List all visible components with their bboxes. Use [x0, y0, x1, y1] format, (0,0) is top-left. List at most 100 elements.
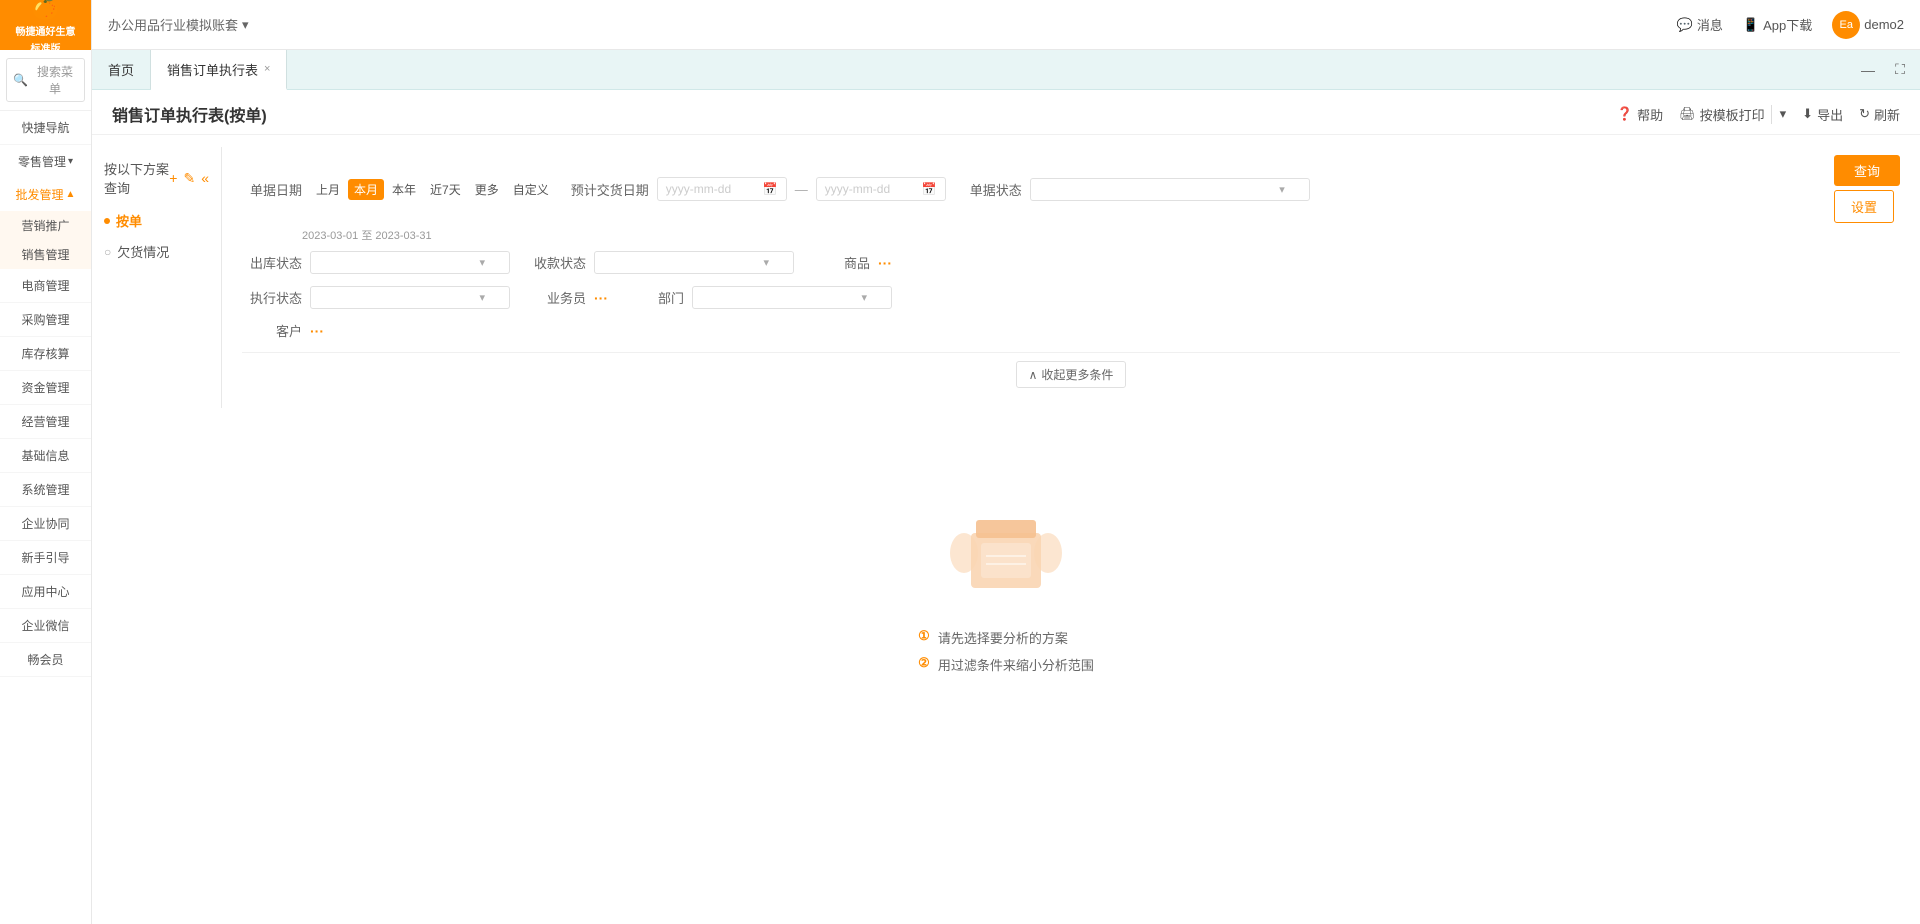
message-button[interactable]: 💬 消息: [1677, 15, 1723, 34]
collapse-row: ∧ 收起更多条件: [242, 352, 1900, 400]
payment-select[interactable]: ▾: [594, 251, 794, 274]
refresh-icon: ↻: [1859, 106, 1870, 122]
expected-date-from-input[interactable]: yyyy-mm-dd 📅: [657, 177, 787, 201]
collapse-more-button[interactable]: ∧ 收起更多条件: [1016, 361, 1127, 388]
status-label: 单据状态: [962, 180, 1022, 199]
sidebar-item-inventory[interactable]: 库存核算: [0, 337, 91, 371]
dept-label: 部门: [624, 288, 684, 307]
page-title: 销售订单执行表(按单): [112, 102, 267, 126]
sidebar-item-finance[interactable]: 资金管理: [0, 371, 91, 405]
sidebar-item-member[interactable]: 畅会员: [0, 643, 91, 677]
exec-select[interactable]: ▾: [310, 286, 510, 309]
print-dropdown-icon[interactable]: ▾: [1776, 106, 1787, 122]
dept-filter-group: 部门 ▾: [624, 286, 892, 309]
breadcrumb-dropdown-icon[interactable]: ▾: [242, 17, 249, 33]
calendar-from-icon: 📅: [763, 182, 778, 196]
print-button[interactable]: 🖨 按模板打印 ▾: [1679, 105, 1786, 124]
date-tab-more[interactable]: 更多: [469, 179, 505, 200]
quick-nav-label: 快捷导航: [21, 121, 69, 135]
sidebar-item-wholesale[interactable]: 批发管理 ▲: [0, 178, 91, 211]
status-dropdown-icon: ▾: [1279, 183, 1285, 196]
filter-main: 单据日期 上月 本月 本年 近7天 更多 自定义: [222, 147, 1920, 408]
wholesale-arrow-icon: ▲: [66, 189, 76, 200]
sidebar-sub-menu: 营销推广 销售管理: [0, 211, 91, 269]
sidebar-item-app-center[interactable]: 应用中心: [0, 575, 91, 609]
sidebar: 🍊 畅捷通好生意 标准版 🔍 搜索菜单 快捷导航 零售管理 ▾ 批发管理 ▲ 营…: [0, 0, 92, 924]
app-download-label: App下载: [1763, 15, 1812, 34]
app-download-icon: 📱: [1743, 17, 1759, 33]
topbar-actions: 💬 消息 📱 App下载 Ea demo2: [1677, 11, 1904, 39]
tab-sales-order-label: 销售订单执行表: [167, 60, 258, 79]
search-menu-button[interactable]: 🔍 搜索菜单: [6, 58, 85, 102]
sidebar-item-enterprise[interactable]: 企业协同: [0, 507, 91, 541]
sidebar-item-ecommerce[interactable]: 电商管理: [0, 269, 91, 303]
product-ellipsis-button[interactable]: ···: [878, 255, 892, 271]
main-area: 办公用品行业模拟账套 ▾ 💬 消息 📱 App下载 Ea demo2 首页: [92, 0, 1920, 924]
dept-dropdown-icon: ▾: [861, 291, 867, 304]
sidebar-item-purchase[interactable]: 采购管理: [0, 303, 91, 337]
date-tab-7days[interactable]: 近7天: [424, 179, 467, 200]
status-filter-group: 单据状态 ▾: [962, 178, 1310, 201]
filter-row-1: 单据日期 上月 本月 本年 近7天 更多 自定义: [242, 155, 1900, 223]
empty-hint-1: ① 请先选择要分析的方案: [918, 628, 1094, 647]
sidebar-item-system[interactable]: 系统管理: [0, 473, 91, 507]
help-button[interactable]: ❓ 帮助: [1617, 105, 1663, 124]
app-download-button[interactable]: 📱 App下载: [1743, 15, 1812, 34]
sidebar-item-operation[interactable]: 经营管理: [0, 405, 91, 439]
avatar: Ea: [1832, 11, 1860, 39]
filter-row-4: 客户 ···: [242, 321, 1900, 340]
date-tab-custom[interactable]: 自定义: [507, 179, 555, 200]
sidebar-item-retail[interactable]: 零售管理 ▾: [0, 145, 91, 178]
tab-sales-order[interactable]: 销售订单执行表 ×: [151, 50, 287, 90]
filter-sidebar-title: 按以下方案查询: [104, 159, 169, 197]
export-label: 导出: [1817, 105, 1843, 124]
tabbar-right-actions: — ⛶: [1856, 50, 1920, 89]
date-sub-range: 2023-03-01 至 2023-03-31: [302, 227, 1900, 243]
user-profile[interactable]: Ea demo2: [1832, 11, 1904, 39]
date-tab-this-month[interactable]: 本月: [348, 179, 384, 200]
message-label: 消息: [1697, 15, 1723, 34]
scheme-item-by-order[interactable]: 按单: [92, 205, 221, 236]
app-logo: 🍊 畅捷通好生意 标准版: [0, 0, 91, 50]
exec-label: 执行状态: [242, 288, 302, 307]
status-select[interactable]: ▾: [1030, 178, 1310, 201]
edit-scheme-icon[interactable]: ✎: [183, 170, 195, 187]
customer-filter-group: 客户 ···: [242, 321, 324, 340]
dept-select[interactable]: ▾: [692, 286, 892, 309]
scheme-item-shortage[interactable]: ○ 欠货情况: [92, 236, 221, 267]
date-tab-this-year[interactable]: 本年: [386, 179, 422, 200]
tab-minimize-button[interactable]: —: [1856, 58, 1880, 82]
sidebar-item-new-guide[interactable]: 新手引导: [0, 541, 91, 575]
expected-date-to-input[interactable]: yyyy-mm-dd 📅: [816, 177, 946, 201]
sidebar-search-area: 🔍 搜索菜单: [0, 50, 91, 111]
sidebar-item-basic[interactable]: 基础信息: [0, 439, 91, 473]
scheme-by-order-label: 按单: [116, 211, 142, 230]
sidebar-item-marketing[interactable]: 营销推广: [0, 211, 91, 240]
date-range-separator: —: [795, 182, 808, 197]
sidebar-item-quick-nav[interactable]: 快捷导航: [0, 111, 91, 145]
exec-dropdown-icon: ▾: [479, 291, 485, 304]
outstock-select[interactable]: ▾: [310, 251, 510, 274]
setting-button[interactable]: 设置: [1834, 190, 1894, 223]
empty-hint-2: ② 用过滤条件来缩小分析范围: [918, 655, 1094, 674]
tab-close-icon[interactable]: ×: [264, 63, 270, 75]
sidebar-item-wechat[interactable]: 企业微信: [0, 609, 91, 643]
sidebar-item-sales-mgmt[interactable]: 销售管理: [0, 240, 91, 269]
help-label: 帮助: [1637, 105, 1663, 124]
tabbar: 首页 销售订单执行表 × — ⛶: [92, 50, 1920, 90]
date-tabs: 上月 本月 本年 近7天 更多 自定义: [310, 179, 555, 200]
collapse-sidebar-icon[interactable]: «: [201, 170, 209, 187]
logo-text: 畅捷通好生意: [16, 23, 76, 38]
tab-home[interactable]: 首页: [92, 50, 151, 89]
refresh-button[interactable]: ↻ 刷新: [1859, 105, 1900, 124]
print-icon: 🖨: [1679, 106, 1696, 122]
tab-maximize-button[interactable]: ⛶: [1888, 58, 1912, 82]
add-scheme-icon[interactable]: +: [169, 170, 177, 187]
date-tab-last-month[interactable]: 上月: [310, 179, 346, 200]
empty-state: ① 请先选择要分析的方案 ② 用过滤条件来缩小分析范围: [92, 408, 1920, 782]
filter-row-3: 执行状态 ▾ 业务员 ··· 部门: [242, 286, 1900, 309]
export-button[interactable]: ⬇ 导出: [1802, 105, 1843, 124]
customer-ellipsis-button[interactable]: ···: [310, 323, 324, 339]
salesman-ellipsis-button[interactable]: ···: [594, 290, 608, 306]
query-button[interactable]: 查询: [1834, 155, 1900, 186]
